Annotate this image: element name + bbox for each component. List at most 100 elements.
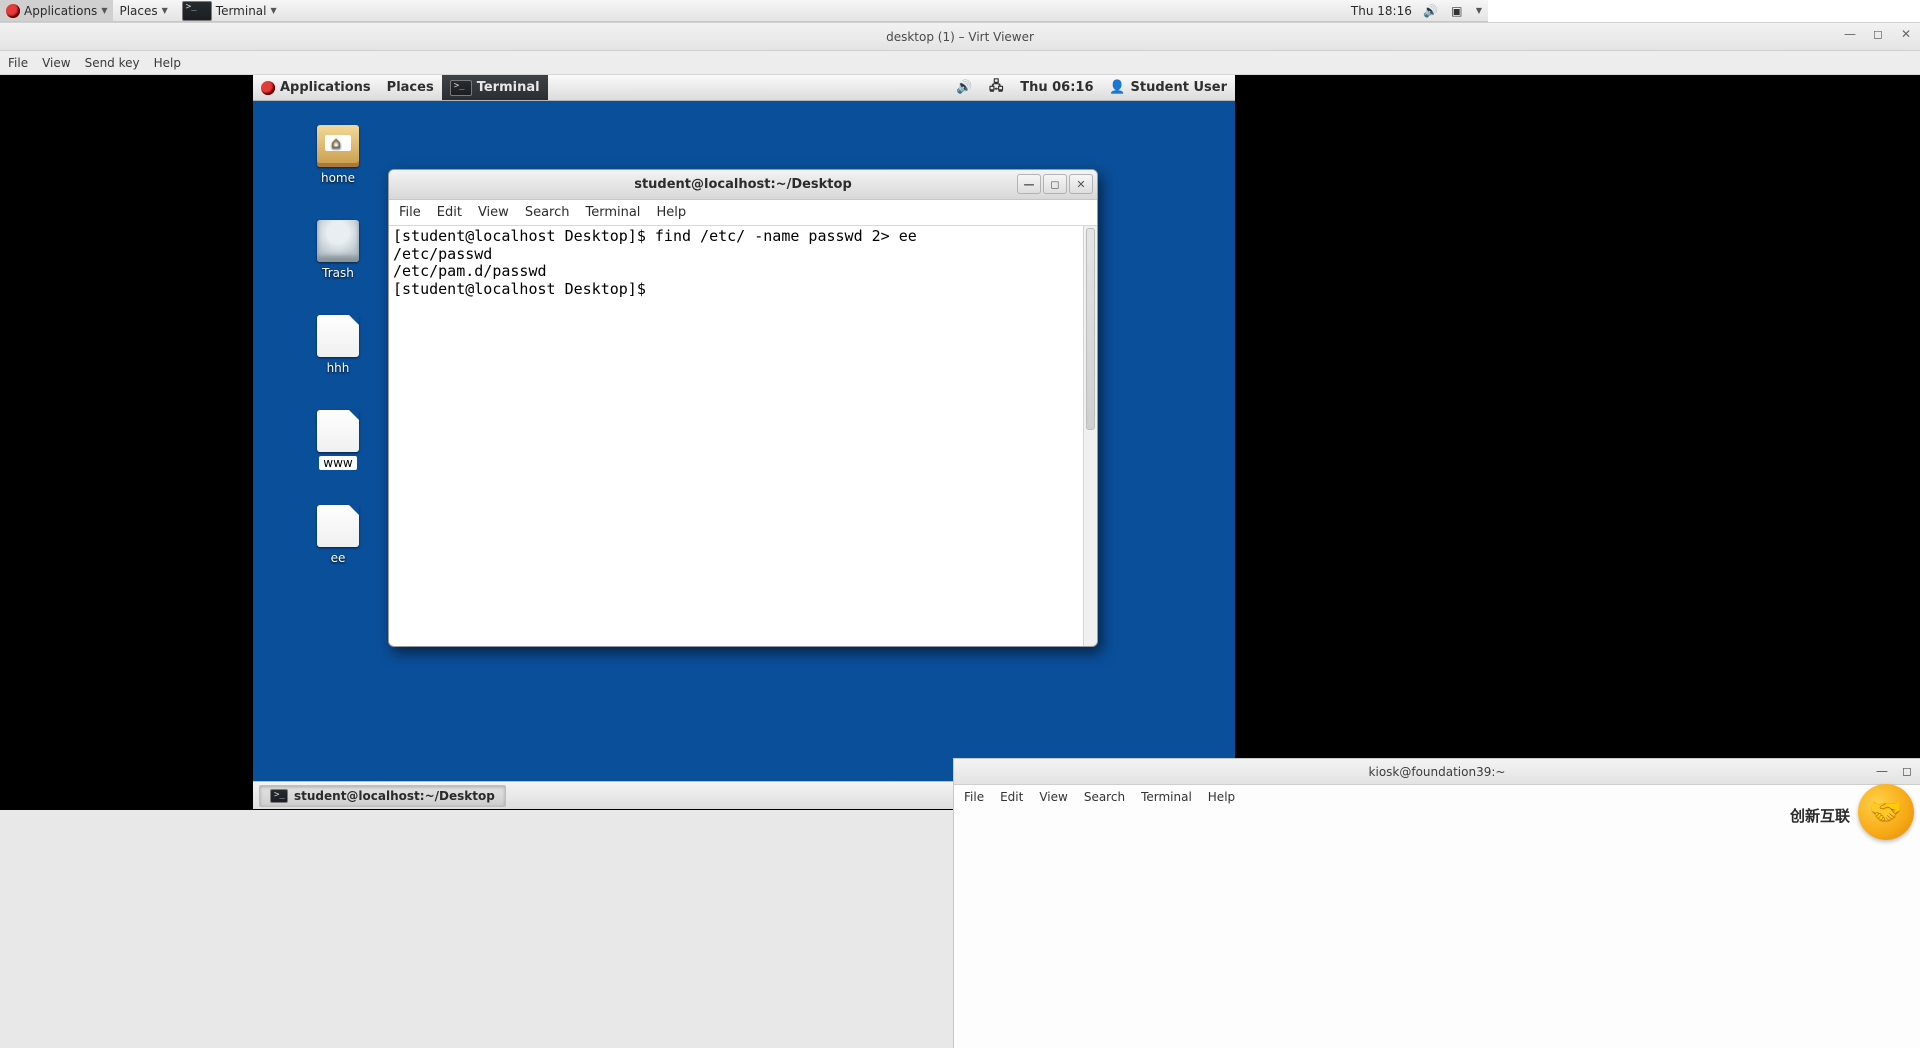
guest-terminal-window[interactable]: student@localhost:~/Desktop — ◻ ✕ File E… (388, 169, 1098, 647)
hostterm-menu-terminal[interactable]: Terminal (1141, 790, 1192, 804)
guest-terminal-title: student@localhost:~/Desktop (634, 177, 852, 192)
battery-icon: ▣ (1450, 4, 1464, 18)
host-applications-label: Applications (24, 4, 97, 18)
guest-task-terminal[interactable]: Terminal (442, 75, 548, 100)
host-battery-indicator[interactable]: ▣ (1444, 0, 1470, 21)
hostterm-menu-view[interactable]: View (1039, 790, 1067, 804)
desktop-icon-hhh[interactable]: hhh (303, 315, 373, 375)
guest-volume-indicator[interactable]: 🔊 (948, 75, 980, 100)
terminal-icon (270, 789, 288, 803)
host-clock-label: Thu 18:16 (1351, 4, 1412, 18)
guest-bottom-taskbar: student@localhost:~/Desktop (253, 781, 955, 809)
watermark-label: 创新互联 (1790, 805, 1850, 826)
term-menu-help[interactable]: Help (656, 205, 686, 220)
host-terminal-titlebar[interactable]: kiosk@foundation39:~ — ◻ (954, 759, 1920, 785)
host-terminal-title: kiosk@foundation39:~ (1369, 765, 1506, 779)
virt-viewer-title: desktop (1) – Virt Viewer (886, 30, 1034, 44)
guest-terminal-menubar: File Edit View Search Terminal Help (389, 200, 1097, 226)
volume-icon: 🔊 (1424, 4, 1438, 18)
host-places-menu[interactable]: Places ▼ (113, 0, 173, 21)
maximize-button[interactable]: ◻ (1870, 27, 1886, 41)
virt-viewer-menubar: File View Send key Help (0, 51, 1920, 75)
guest-clock[interactable]: Thu 06:16 (1012, 75, 1101, 100)
watermark: 创新互联 🤝 (1858, 784, 1914, 840)
vv-menu-sendkey[interactable]: Send key (85, 56, 140, 70)
guest-terminal-titlebar[interactable]: student@localhost:~/Desktop — ◻ ✕ (389, 170, 1097, 200)
chevron-down-icon: ▼ (271, 6, 277, 15)
terminal-icon (182, 1, 212, 21)
guest-terminal-output[interactable]: [student@localhost Desktop]$ find /etc/ … (389, 226, 1083, 646)
chevron-down-icon: ▼ (162, 6, 168, 15)
minimize-button[interactable]: — (1876, 764, 1888, 778)
user-icon: 👤 (1110, 80, 1126, 96)
terminal-icon (450, 80, 472, 96)
term-menu-edit[interactable]: Edit (437, 205, 462, 220)
desktop-icon-label: Trash (322, 266, 354, 280)
guest-applications-menu[interactable]: Applications (253, 75, 379, 100)
maximize-button[interactable]: ◻ (1043, 174, 1067, 194)
host-terminal-menubar: File Edit View Search Terminal Help (954, 785, 1920, 809)
guest-places-menu[interactable]: Places (379, 75, 442, 100)
desktop-icon-home[interactable]: home (303, 125, 373, 185)
file-icon (317, 410, 359, 452)
minimize-button[interactable]: — (1842, 27, 1858, 41)
host-panel-blank (1488, 0, 1920, 22)
trash-icon (317, 220, 359, 262)
hostterm-menu-help[interactable]: Help (1208, 790, 1235, 804)
desktop-icon-ee[interactable]: ee (303, 505, 373, 565)
guest-terminal-body: [student@localhost Desktop]$ find /etc/ … (389, 226, 1097, 646)
redhat-icon (261, 81, 275, 95)
hostterm-menu-search[interactable]: Search (1084, 790, 1125, 804)
guest-network-indicator[interactable]: 🖧 (980, 75, 1012, 100)
guest-desktop[interactable]: Applications Places Terminal 🔊 🖧 Thu 06:… (253, 75, 1235, 809)
file-icon (317, 505, 359, 547)
host-clock[interactable]: Thu 18:16 (1345, 0, 1418, 21)
desktop-icon-trash[interactable]: Trash (303, 220, 373, 280)
redhat-icon (6, 4, 20, 18)
host-power-menu[interactable]: ▼ (1470, 0, 1488, 21)
desktop-icon-label: home (321, 171, 355, 185)
vv-menu-file[interactable]: File (8, 56, 28, 70)
hostterm-menu-edit[interactable]: Edit (1000, 790, 1023, 804)
vv-menu-help[interactable]: Help (154, 56, 181, 70)
term-menu-view[interactable]: View (478, 205, 509, 220)
network-icon: 🖧 (988, 80, 1004, 96)
guest-clock-label: Thu 06:16 (1020, 80, 1093, 95)
minimize-button[interactable]: — (1017, 174, 1041, 194)
guest-applications-label: Applications (280, 80, 371, 95)
taskbar-button-terminal[interactable]: student@localhost:~/Desktop (259, 785, 506, 807)
term-menu-terminal[interactable]: Terminal (585, 205, 640, 220)
hostterm-menu-file[interactable]: File (964, 790, 984, 804)
guest-top-panel: Applications Places Terminal 🔊 🖧 Thu 06:… (253, 75, 1235, 101)
maximize-button[interactable]: ◻ (1902, 764, 1912, 778)
host-taskbar-terminal-label: Terminal (216, 4, 267, 18)
taskbar-button-label: student@localhost:~/Desktop (294, 789, 495, 803)
term-menu-file[interactable]: File (399, 205, 421, 220)
file-icon (317, 315, 359, 357)
virt-viewer-titlebar[interactable]: desktop (1) – Virt Viewer — ◻ ✕ (0, 23, 1920, 51)
desktop-icon-label: www (319, 456, 356, 470)
guest-places-label: Places (387, 80, 434, 95)
vv-menu-view[interactable]: View (42, 56, 70, 70)
close-button[interactable]: ✕ (1069, 174, 1093, 194)
volume-icon: 🔊 (956, 80, 972, 96)
watermark-badge-icon: 🤝 (1858, 784, 1914, 840)
host-taskbar-terminal[interactable]: Terminal ▼ (176, 0, 283, 21)
virt-viewer-window: desktop (1) – Virt Viewer — ◻ ✕ File Vie… (0, 22, 1920, 810)
chevron-down-icon: ▼ (101, 6, 107, 15)
close-button[interactable]: ✕ (1898, 27, 1914, 41)
desktop-icon-www[interactable]: www (303, 410, 373, 470)
guest-task-terminal-label: Terminal (477, 80, 540, 95)
desktop-icon-label: ee (331, 551, 346, 565)
desktop-icon-label: hhh (327, 361, 350, 375)
guest-viewport: Applications Places Terminal 🔊 🖧 Thu 06:… (0, 75, 1920, 810)
term-menu-search[interactable]: Search (525, 205, 570, 220)
scrollbar[interactable] (1083, 226, 1097, 646)
host-volume-indicator[interactable]: 🔊 (1418, 0, 1444, 21)
host-applications-menu[interactable]: Applications ▼ (0, 0, 113, 21)
host-places-label: Places (119, 4, 157, 18)
guest-user-menu[interactable]: 👤 Student User (1102, 75, 1235, 100)
chevron-down-icon: ▼ (1476, 6, 1482, 15)
host-top-panel: Applications ▼ Places ▼ Terminal ▼ Thu 1… (0, 0, 1488, 22)
host-terminal-window[interactable]: kiosk@foundation39:~ — ◻ File Edit View … (953, 758, 1920, 1048)
